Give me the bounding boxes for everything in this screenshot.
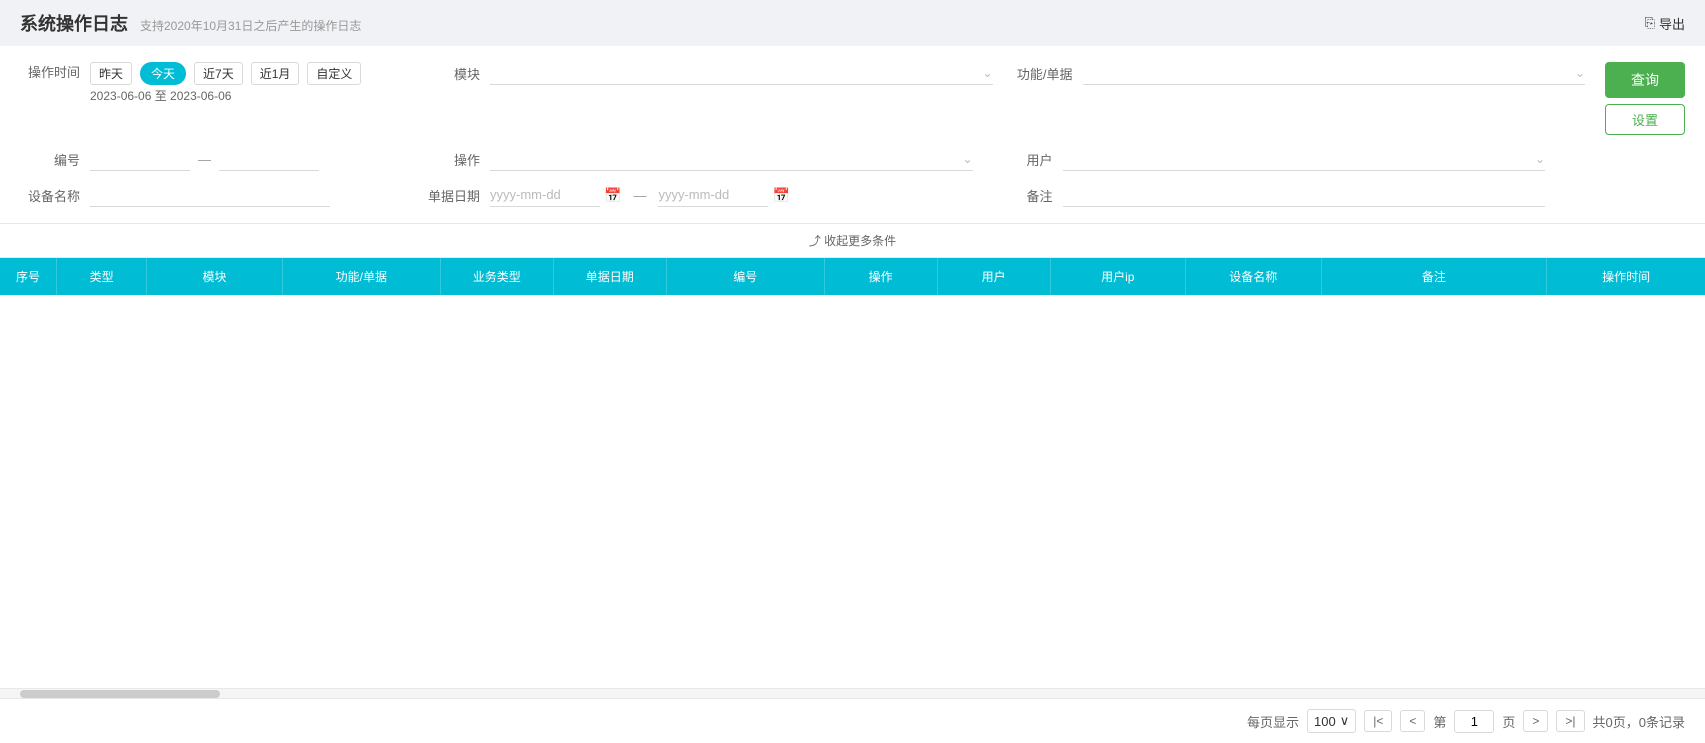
function-label: 功能/单据 bbox=[1013, 64, 1083, 83]
page-unit: 页 bbox=[1502, 712, 1515, 731]
user-label: 用户 bbox=[993, 150, 1063, 169]
function-chevron-icon: ⌄ bbox=[1575, 66, 1585, 80]
col-seqno: 序号 bbox=[0, 258, 56, 295]
per-page-label: 每页显示 bbox=[1247, 712, 1299, 731]
time-btn-custom[interactable]: 自定义 bbox=[307, 62, 361, 85]
user-select[interactable]: ⌄ bbox=[1063, 148, 1546, 171]
col-type: 类型 bbox=[56, 258, 146, 295]
col-voucher-date: 单据日期 bbox=[553, 258, 666, 295]
total-info: 共0页，0条记录 bbox=[1593, 712, 1685, 731]
per-page-value: 100 bbox=[1314, 714, 1336, 729]
device-input[interactable] bbox=[90, 183, 330, 207]
first-page-button[interactable]: |< bbox=[1364, 710, 1392, 732]
data-table: 序号 类型 模块 功能/单据 业务类型 单据日期 编号 操作 用户 用户ip 设… bbox=[0, 258, 1705, 295]
export-button[interactable]: ⎘ 导出 bbox=[1645, 14, 1685, 33]
time-btn-today[interactable]: 今天 bbox=[140, 62, 186, 85]
col-operation: 操作 bbox=[824, 258, 937, 295]
col-number: 编号 bbox=[666, 258, 824, 295]
last-page-button[interactable]: >| bbox=[1556, 710, 1584, 732]
voucher-date-start-input[interactable] bbox=[490, 183, 600, 207]
module-label: 模块 bbox=[420, 64, 490, 83]
voucher-date-dash: — bbox=[625, 188, 654, 203]
col-user: 用户 bbox=[937, 258, 1050, 295]
voucher-date-label: 单据日期 bbox=[420, 186, 490, 205]
device-label: 设备名称 bbox=[20, 186, 90, 205]
function-select[interactable]: ⌄ bbox=[1083, 62, 1586, 85]
col-user-ip: 用户ip bbox=[1050, 258, 1185, 295]
per-page-arrow-icon: ∨ bbox=[1340, 713, 1350, 729]
page-title: 系统操作日志 bbox=[20, 10, 128, 36]
col-module: 模块 bbox=[147, 258, 282, 295]
calendar-start-icon[interactable]: 📅 bbox=[604, 187, 621, 204]
number-start-input[interactable] bbox=[90, 147, 190, 171]
pagination-bar: 每页显示 100 ∨ |< < 第 页 > >| 共0页，0条记录 bbox=[0, 698, 1705, 743]
page-input[interactable] bbox=[1454, 710, 1494, 733]
scrollbar-thumb[interactable] bbox=[20, 690, 220, 698]
col-biz-type: 业务类型 bbox=[440, 258, 553, 295]
collapse-bar[interactable]: ⤴ 收起更多条件 bbox=[0, 224, 1705, 258]
number-label: 编号 bbox=[20, 150, 90, 169]
scrollbar-area[interactable] bbox=[0, 688, 1705, 698]
col-device: 设备名称 bbox=[1186, 258, 1321, 295]
voucher-date-end-input[interactable] bbox=[658, 183, 768, 207]
page-subtitle: 支持2020年10月31日之后产生的操作日志 bbox=[140, 17, 361, 34]
collapse-icon: ⤴ bbox=[809, 234, 821, 248]
number-dash: — bbox=[190, 152, 219, 167]
module-select[interactable]: ⌄ bbox=[490, 62, 993, 85]
time-btn-7days[interactable]: 近7天 bbox=[194, 62, 243, 85]
collapse-label: 收起更多条件 bbox=[824, 234, 896, 248]
time-btn-yesterday[interactable]: 昨天 bbox=[90, 62, 132, 85]
calendar-end-icon[interactable]: 📅 bbox=[772, 187, 789, 204]
number-end-input[interactable] bbox=[219, 147, 319, 171]
time-filter-label: 操作时间 bbox=[20, 62, 90, 81]
settings-button[interactable]: 设置 bbox=[1605, 104, 1685, 135]
empty-area bbox=[0, 295, 1705, 675]
user-chevron-icon: ⌄ bbox=[1535, 152, 1545, 166]
module-chevron-icon: ⌄ bbox=[982, 66, 992, 80]
query-button[interactable]: 查询 bbox=[1605, 62, 1685, 98]
next-page-button[interactable]: > bbox=[1523, 710, 1548, 732]
col-remark: 备注 bbox=[1321, 258, 1547, 295]
operation-select[interactable]: ⌄ bbox=[490, 148, 973, 171]
time-btn-1month[interactable]: 近1月 bbox=[251, 62, 300, 85]
col-function: 功能/单据 bbox=[282, 258, 440, 295]
per-page-select[interactable]: 100 ∨ bbox=[1307, 709, 1356, 733]
page-label: 第 bbox=[1433, 712, 1446, 731]
export-icon: ⎘ bbox=[1645, 15, 1655, 31]
table-header-row: 序号 类型 模块 功能/单据 业务类型 单据日期 编号 操作 用户 用户ip 设… bbox=[0, 258, 1705, 295]
operation-label: 操作 bbox=[420, 150, 490, 169]
export-label: 导出 bbox=[1659, 14, 1685, 33]
remark-input[interactable] bbox=[1063, 183, 1546, 207]
operation-chevron-icon: ⌄ bbox=[962, 152, 972, 166]
remark-label: 备注 bbox=[993, 186, 1063, 205]
date-range-display: 2023-06-06 至 2023-06-06 bbox=[90, 87, 361, 104]
col-op-time: 操作时间 bbox=[1547, 258, 1705, 295]
prev-page-button[interactable]: < bbox=[1400, 710, 1425, 732]
